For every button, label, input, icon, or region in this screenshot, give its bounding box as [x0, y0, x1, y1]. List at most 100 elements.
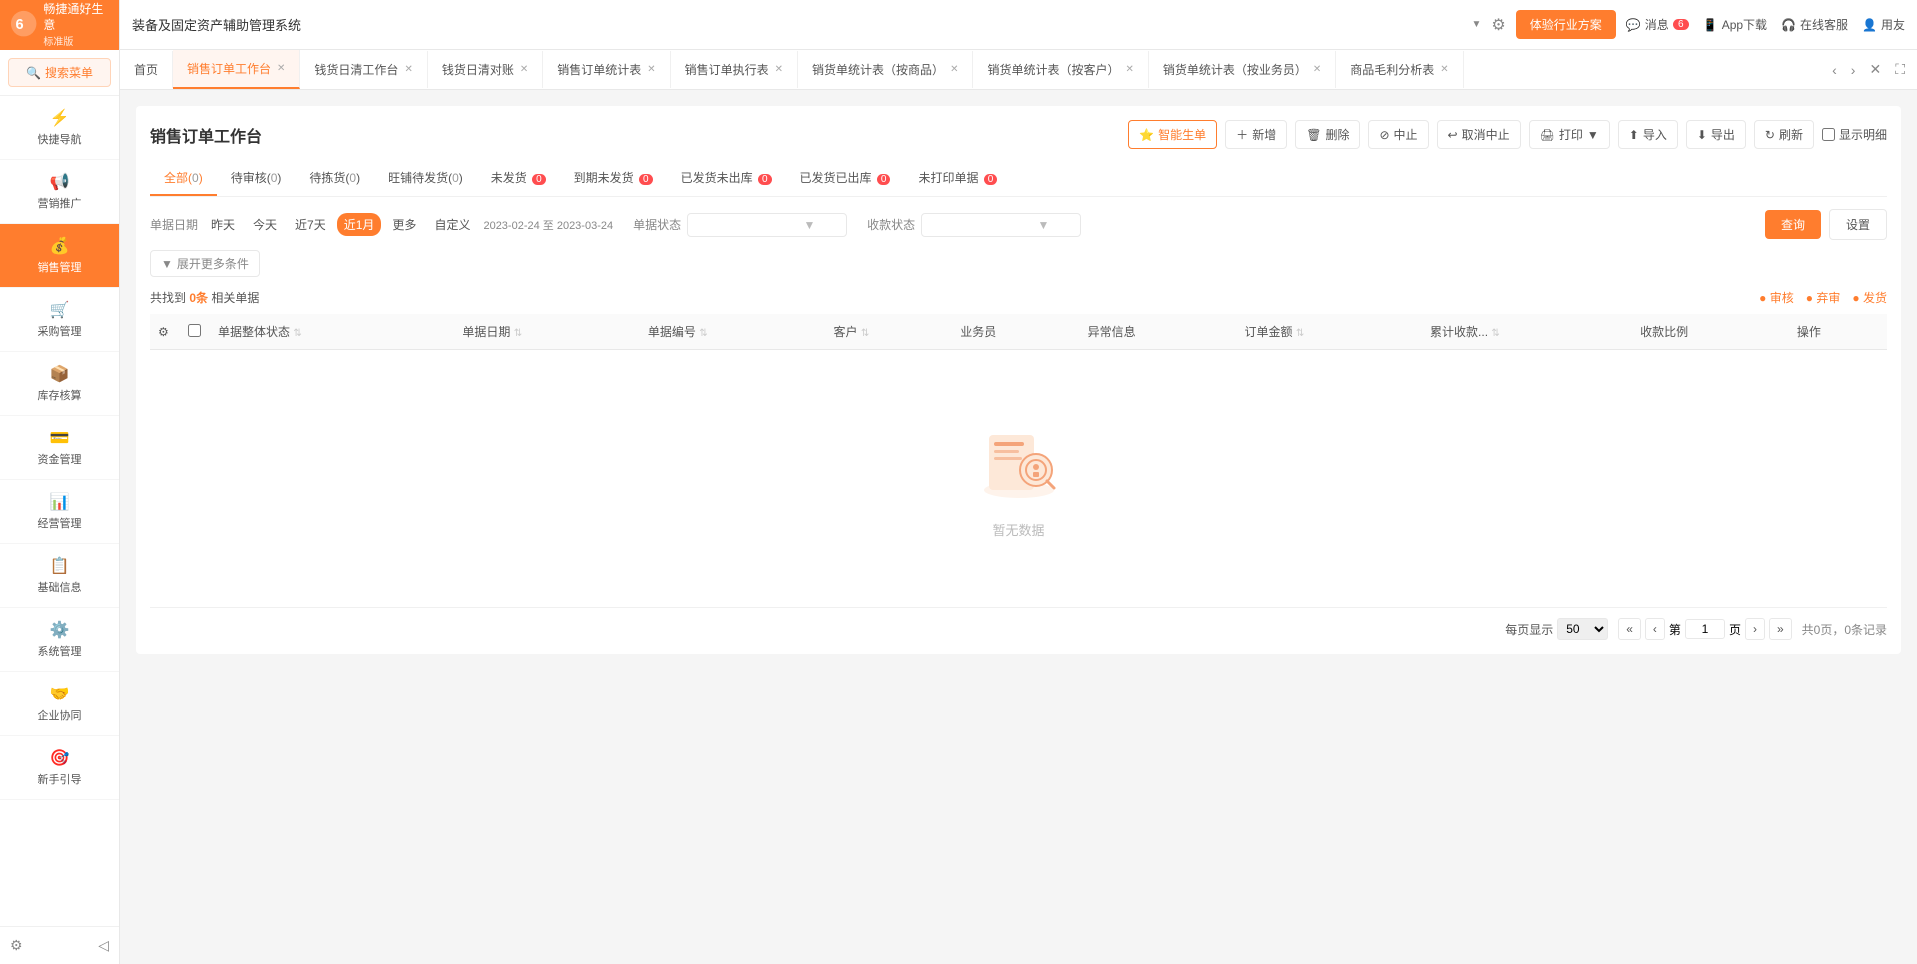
collapse-sidebar-icon[interactable]: ◁ [98, 937, 109, 954]
status-tab-shipped-not-out[interactable]: 已发货未出库 0 [667, 161, 786, 196]
system-settings-icon[interactable]: ⚙ [1491, 15, 1505, 35]
app-download-action[interactable]: 📱 App下载 [1703, 16, 1767, 33]
tab-sales-stat-close[interactable]: ✕ [647, 64, 655, 75]
show-detail-checkbox[interactable] [1822, 128, 1835, 141]
date-btn-7days[interactable]: 近7天 [288, 213, 333, 236]
prev-page-button[interactable]: ‹ [1645, 618, 1665, 640]
inventory-icon: 📦 [50, 364, 70, 384]
sidebar-item-quick-nav[interactable]: ⚡ 快捷导航 [0, 96, 119, 160]
marketing-icon: 📢 [50, 172, 70, 192]
page-number-input[interactable] [1685, 619, 1725, 639]
th-amount-sort-icon[interactable]: ⇅ [1296, 328, 1304, 339]
shipped-not-out-badge: 0 [758, 174, 772, 185]
status-tab-shipped-out[interactable]: 已发货已出库 0 [786, 161, 905, 196]
tab-sales-summary-product-close[interactable]: ✕ [950, 64, 958, 75]
status-tab-not-printed[interactable]: 未打印单据 0 [904, 161, 1011, 196]
online-service-action[interactable]: 🎧 在线客服 [1781, 16, 1848, 33]
delete-button[interactable]: 🗑 删除 [1295, 120, 1360, 149]
date-btn-custom[interactable]: 自定义 [427, 213, 477, 236]
sidebar-item-inventory[interactable]: 📦 库存核算 [0, 352, 119, 416]
setting-button[interactable]: 设置 [1829, 209, 1887, 240]
refresh-button[interactable]: ↻ 刷新 [1754, 120, 1814, 149]
sidebar-item-sales[interactable]: 💰 销售管理 [0, 224, 119, 288]
expand-more-button[interactable]: ▼ 展开更多条件 [150, 250, 260, 277]
settings-gear-icon[interactable]: ⚙ [10, 937, 23, 954]
tab-sales-execute-close[interactable]: ✕ [775, 64, 783, 75]
new-button[interactable]: ＋ 新增 [1225, 120, 1287, 149]
cancel-stop-icon: ↩ [1448, 128, 1458, 142]
status-tab-expired[interactable]: 到期未发货 0 [560, 161, 667, 196]
th-received-sort-icon[interactable]: ⇅ [1491, 328, 1499, 339]
review-action-button[interactable]: ● 审核 [1759, 289, 1794, 306]
next-page-button[interactable]: › [1745, 618, 1765, 640]
sidebar-item-operations[interactable]: 📊 经营管理 [0, 480, 119, 544]
sidebar-item-marketing[interactable]: 📢 营销推广 [0, 160, 119, 224]
th-number-sort-icon[interactable]: ⇅ [699, 328, 707, 339]
last-page-button[interactable]: » [1769, 618, 1792, 640]
sidebar-item-system[interactable]: ⚙️ 系统管理 [0, 608, 119, 672]
tabs-close-icon[interactable]: ✕ [1865, 59, 1885, 80]
payment-filter-select[interactable]: ▼ [921, 213, 1081, 237]
result-info-bar: 共找到 0条 相关单据 ● 审核 ● 弃审 ● 发货 [150, 289, 1887, 306]
tab-cash-reconcile[interactable]: 钱货日清对账 ✕ [428, 51, 543, 88]
th-amount-label: 订单金额 [1244, 325, 1292, 339]
tab-sales-workbench[interactable]: 销售订单工作台 ✕ [173, 50, 300, 89]
system-dropdown-arrow[interactable]: ▼ [1472, 19, 1482, 30]
status-tab-pending-check[interactable]: 待拣货(0) [295, 161, 374, 196]
tab-cash-daily-close[interactable]: ✕ [404, 64, 412, 75]
user-profile-action[interactable]: 👤 用友 [1862, 16, 1905, 33]
tabs-scroll-left-icon[interactable]: ‹ [1828, 60, 1841, 80]
message-action[interactable]: 💬 消息 6 [1626, 16, 1689, 33]
smart-create-button[interactable]: ⭐ 智能生单 [1128, 120, 1217, 149]
date-btn-yesterday[interactable]: 昨天 [204, 213, 242, 236]
date-btn-more[interactable]: 更多 [385, 213, 423, 236]
tab-sales-workbench-close[interactable]: ✕ [277, 63, 285, 74]
tab-sales-summary-staff-close[interactable]: ✕ [1313, 64, 1321, 75]
industry-solution-button[interactable]: 体验行业方案 [1516, 10, 1616, 39]
tab-home[interactable]: 首页 [120, 51, 173, 88]
status-tab-not-shipped[interactable]: 未发货 0 [477, 161, 560, 196]
sidebar-item-finance[interactable]: 💳 资金管理 [0, 416, 119, 480]
show-detail-checkbox-label[interactable]: 显示明细 [1822, 126, 1887, 143]
tab-sales-summary-customer[interactable]: 销货单统计表（按客户） ✕ [973, 51, 1148, 88]
th-date-sort-icon[interactable]: ⇅ [514, 328, 522, 339]
sidebar-item-cooperation[interactable]: 🤝 企业协同 [0, 672, 119, 736]
first-page-button[interactable]: « [1618, 618, 1641, 640]
th-status-sort-icon[interactable]: ⇅ [293, 328, 301, 339]
tabs-scroll-right-icon[interactable]: › [1847, 60, 1860, 80]
status-tab-pending-review[interactable]: 待审核(0) [217, 161, 296, 196]
cancel-stop-button[interactable]: ↩ 取消中止 [1437, 120, 1521, 149]
date-btn-today[interactable]: 今天 [246, 213, 284, 236]
page-size-dropdown[interactable]: 50 10 20 100 [1557, 618, 1608, 640]
tab-gross-profit[interactable]: 商品毛利分析表 ✕ [1336, 51, 1463, 88]
column-settings-icon[interactable]: ⚙ [158, 325, 169, 339]
tab-sales-summary-customer-close[interactable]: ✕ [1125, 64, 1133, 75]
tabs-expand-icon[interactable]: ⛶ [1891, 59, 1909, 80]
stop-button[interactable]: ⊘ 中止 [1368, 120, 1428, 149]
ship-action-button[interactable]: ● 发货 [1852, 289, 1887, 306]
status-tab-all[interactable]: 全部(0) [150, 161, 217, 196]
tab-gross-profit-close[interactable]: ✕ [1440, 64, 1448, 75]
tab-sales-summary-staff[interactable]: 销货单统计表（按业务员） ✕ [1149, 51, 1336, 88]
select-all-checkbox[interactable] [188, 324, 201, 337]
query-button[interactable]: 查询 [1765, 210, 1821, 239]
tab-sales-stat[interactable]: 销售订单统计表 ✕ [543, 51, 670, 88]
status-tab-wangpu[interactable]: 旺铺待发货(0) [374, 161, 477, 196]
import-button[interactable]: ⬆ 导入 [1618, 120, 1678, 149]
status-filter-select[interactable]: ▼ [687, 213, 847, 237]
th-customer-sort-icon[interactable]: ⇅ [861, 328, 869, 339]
print-button[interactable]: 🖨 打印 ▼ [1529, 120, 1610, 149]
sidebar-item-guide[interactable]: 🎯 新手引导 [0, 736, 119, 800]
date-btn-1month[interactable]: 近1月 [337, 213, 382, 236]
headset-icon: 🎧 [1781, 18, 1796, 32]
search-menu-button[interactable]: 🔍 搜索菜单 [8, 58, 111, 87]
tab-sales-summary-product[interactable]: 销货单统计表（按商品） ✕ [798, 51, 973, 88]
tab-sales-execute[interactable]: 销售订单执行表 ✕ [671, 51, 798, 88]
tab-cash-daily[interactable]: 钱货日清工作台 ✕ [300, 51, 427, 88]
date-filter-item: 单据日期 昨天 今天 近7天 近1月 更多 自定义 2023-02-24 至 2… [150, 213, 613, 236]
tab-cash-reconcile-close[interactable]: ✕ [520, 64, 528, 75]
sidebar-item-purchase[interactable]: 🛒 采购管理 [0, 288, 119, 352]
sidebar-item-basic-info[interactable]: 📋 基础信息 [0, 544, 119, 608]
export-button[interactable]: ⬇ 导出 [1686, 120, 1746, 149]
cancel-review-action-button[interactable]: ● 弃审 [1806, 289, 1841, 306]
